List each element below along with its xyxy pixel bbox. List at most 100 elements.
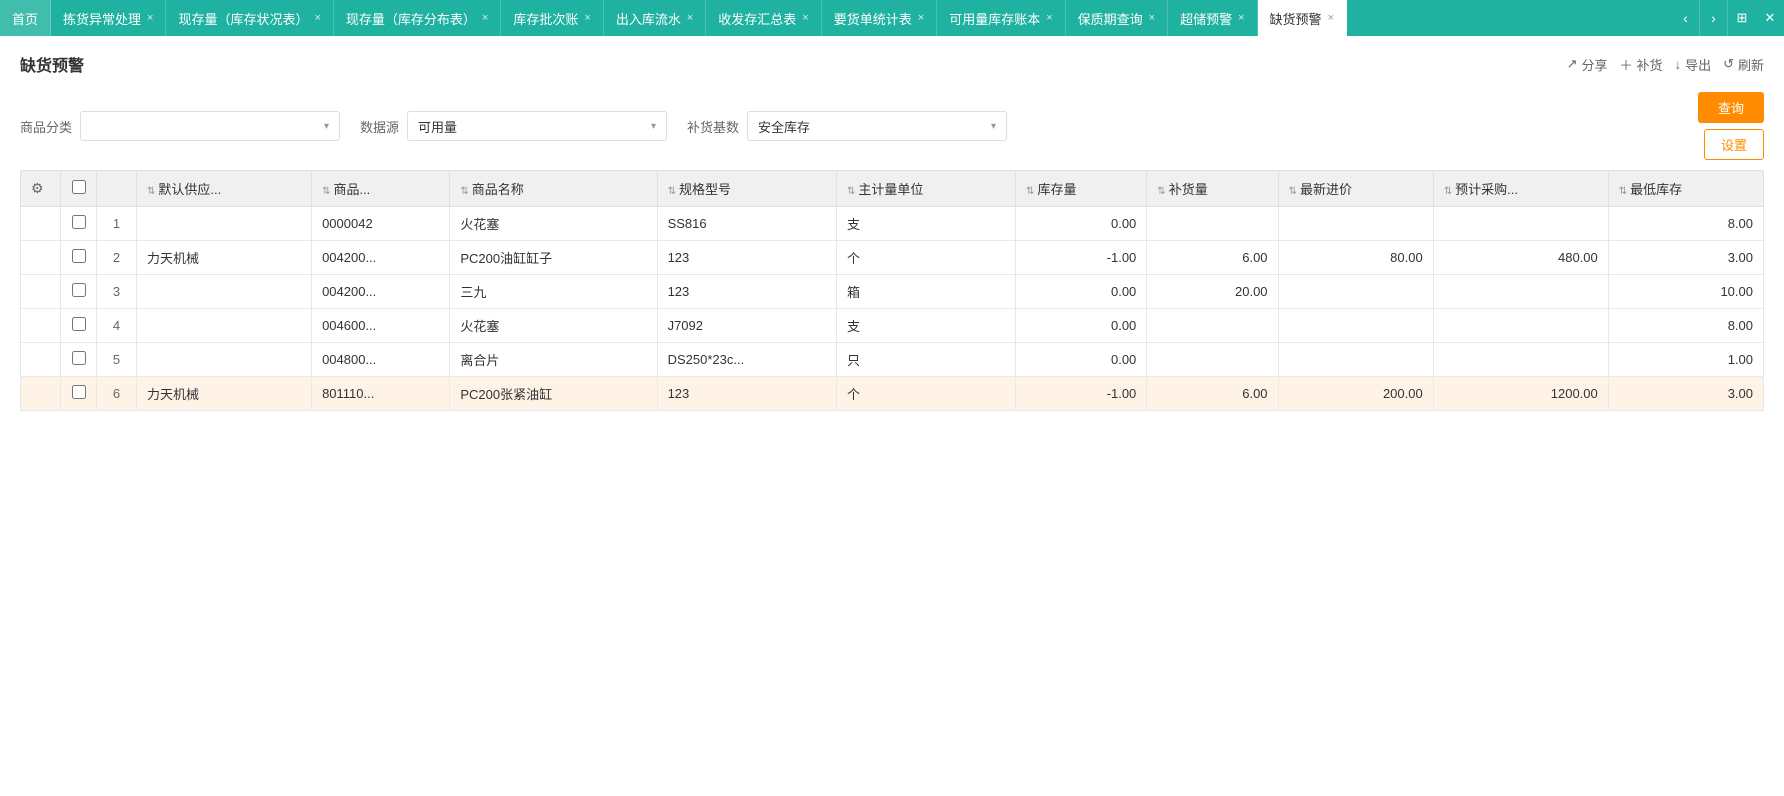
row-num: 4 [97, 309, 137, 343]
settings-button[interactable]: 设置 [1704, 129, 1764, 160]
tab-2[interactable]: 现存量（库存状况表）× [166, 0, 333, 36]
table-row: 3004200...三九123箱0.0020.0010.00 [21, 275, 1764, 309]
tab-10[interactable]: 超储预警× [1168, 0, 1257, 36]
category-select[interactable]: ▾ [80, 111, 340, 141]
row-num: 2 [97, 241, 137, 275]
tab-close-6[interactable]: × [802, 12, 808, 24]
tab-9[interactable]: 保质期查询× [1066, 0, 1168, 36]
restore-window-btn[interactable]: ⊞ [1728, 0, 1756, 36]
replenish-base-select[interactable]: 安全库存 ▾ [747, 111, 1007, 141]
col-select-all [61, 171, 97, 207]
close-window-btn[interactable]: ✕ [1756, 0, 1784, 36]
select-all-checkbox[interactable] [72, 180, 86, 194]
row-unit: 箱 [837, 275, 1016, 309]
row-product-name: 离合片 [450, 343, 657, 377]
replenish-base-chevron-icon: ▾ [991, 121, 996, 132]
row-latest-price [1278, 275, 1433, 309]
col-replenish-qty[interactable]: ⇅补货量 [1147, 171, 1278, 207]
table-row: 5004800...离合片DS250*23c...只0.001.00 [21, 343, 1764, 377]
tab-close-2[interactable]: × [314, 12, 320, 24]
row-checkbox-1[interactable] [72, 249, 86, 263]
row-checkbox-5[interactable] [72, 385, 86, 399]
stock-sort-icon: ⇅ [1026, 186, 1034, 197]
row-num: 6 [97, 377, 137, 411]
row-checkbox-4[interactable] [72, 351, 86, 365]
table-settings-icon[interactable]: ⚙ [31, 180, 44, 196]
row-num: 5 [97, 343, 137, 377]
tab-3[interactable]: 现存量（库存分布表）× [334, 0, 501, 36]
row-estimated-purchase [1433, 309, 1608, 343]
tab-close-9[interactable]: × [1149, 12, 1155, 24]
row-gear [21, 241, 61, 275]
row-spec-model: 123 [657, 377, 836, 411]
col-min-stock[interactable]: ⇅最低库存 [1608, 171, 1763, 207]
estimated-purchase-sort-icon: ⇅ [1444, 186, 1452, 197]
row-checkbox-3[interactable] [72, 317, 86, 331]
tab-4[interactable]: 库存批次账× [501, 0, 603, 36]
tab-close-5[interactable]: × [687, 12, 693, 24]
tab-close-7[interactable]: × [918, 12, 924, 24]
col-gear: ⚙ [21, 171, 61, 207]
row-stock: 0.00 [1016, 343, 1147, 377]
row-product-name: PC200油缸缸子 [450, 241, 657, 275]
row-product-code: 004200... [312, 275, 450, 309]
export-icon: ↓ [1675, 57, 1682, 72]
row-unit: 只 [837, 343, 1016, 377]
row-min-stock: 8.00 [1608, 309, 1763, 343]
row-replenish-qty: 20.00 [1147, 275, 1278, 309]
row-supplier [137, 343, 312, 377]
tab-close-4[interactable]: × [584, 12, 590, 24]
tab-close-8[interactable]: × [1046, 12, 1052, 24]
tab-prev-btn[interactable]: ‹ [1672, 0, 1700, 36]
row-spec-model: 123 [657, 241, 836, 275]
row-min-stock: 3.00 [1608, 377, 1763, 411]
tab-close-3[interactable]: × [482, 12, 488, 24]
tab-close-11[interactable]: × [1328, 12, 1334, 24]
tab-7[interactable]: 要货单统计表× [822, 0, 937, 36]
col-unit[interactable]: ⇅主计量单位 [837, 171, 1016, 207]
tab-close-1[interactable]: × [147, 12, 153, 24]
share-button[interactable]: ↗ 分享 [1567, 55, 1608, 74]
refresh-button[interactable]: ↺ 刷新 [1723, 55, 1764, 74]
col-supplier[interactable]: ⇅默认供应... [137, 171, 312, 207]
tab-5[interactable]: 出入库流水× [604, 0, 706, 36]
row-spec-model: SS816 [657, 207, 836, 241]
tab-close-10[interactable]: × [1238, 12, 1244, 24]
row-checkbox-0[interactable] [72, 215, 86, 229]
row-estimated-purchase [1433, 275, 1608, 309]
row-gear [21, 275, 61, 309]
tab-8[interactable]: 可用量库存账本× [937, 0, 1065, 36]
col-product-name[interactable]: ⇅商品名称 [450, 171, 657, 207]
row-unit: 个 [837, 377, 1016, 411]
tab-1[interactable]: 拣货异常处理× [51, 0, 166, 36]
row-checkbox-cell [61, 377, 97, 411]
tab-6[interactable]: 收发存汇总表× [706, 0, 821, 36]
tab-next-btn[interactable]: › [1700, 0, 1728, 36]
row-unit: 支 [837, 309, 1016, 343]
col-spec-model[interactable]: ⇅规格型号 [657, 171, 836, 207]
row-min-stock: 10.00 [1608, 275, 1763, 309]
datasource-select[interactable]: 可用量 ▾ [407, 111, 667, 141]
spec-sort-icon: ⇅ [668, 186, 676, 197]
table-row: 6力天机械801110...PC200张紧油缸123个-1.006.00200.… [21, 377, 1764, 411]
replenish-base-label: 补货基数 [687, 117, 739, 136]
row-stock: -1.00 [1016, 241, 1147, 275]
row-estimated-purchase [1433, 207, 1608, 241]
datasource-select-value: 可用量 [418, 117, 457, 136]
category-chevron-icon: ▾ [324, 121, 329, 132]
export-button[interactable]: ↓ 导出 [1675, 55, 1712, 74]
row-product-name: PC200张紧油缸 [450, 377, 657, 411]
query-button[interactable]: 查询 [1698, 92, 1764, 123]
row-spec-model: 123 [657, 275, 836, 309]
row-checkbox-2[interactable] [72, 283, 86, 297]
col-estimated-purchase[interactable]: ⇅预计采购... [1433, 171, 1608, 207]
col-product-code[interactable]: ⇅商品... [312, 171, 450, 207]
row-product-code: 0000042 [312, 207, 450, 241]
row-num: 3 [97, 275, 137, 309]
row-latest-price: 200.00 [1278, 377, 1433, 411]
tab-11[interactable]: 缺货预警× [1258, 0, 1347, 36]
tab-0[interactable]: 首页 [0, 0, 51, 36]
col-latest-price[interactable]: ⇅最新进价 [1278, 171, 1433, 207]
replenish-button[interactable]: ＋ 补货 [1620, 55, 1663, 74]
col-stock[interactable]: ⇅库存量 [1016, 171, 1147, 207]
